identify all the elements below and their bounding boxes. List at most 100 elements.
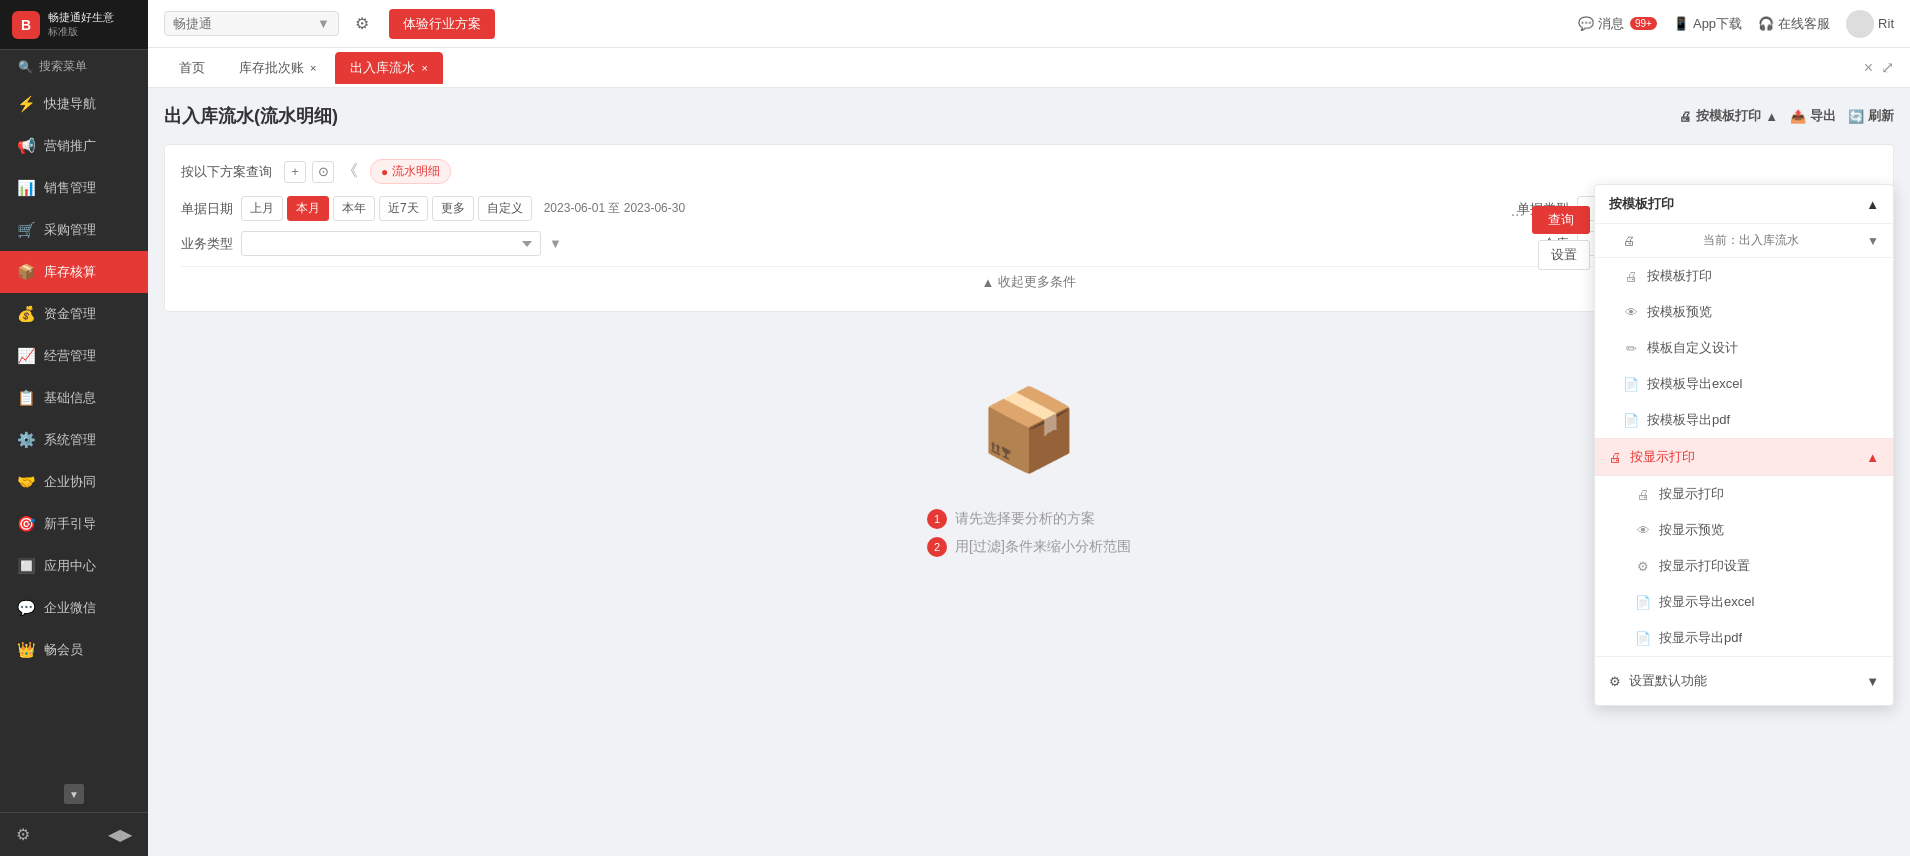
dropdown-default-settings[interactable]: ⚙ 设置默认功能 ▼: [1609, 665, 1879, 697]
tab-inout-flow-close[interactable]: ×: [421, 62, 427, 74]
settings-button[interactable]: 设置: [1538, 240, 1590, 270]
template-preview-label: 按模板预览: [1647, 303, 1712, 321]
sidebar-item-guide[interactable]: 🎯 新手引导: [0, 503, 148, 545]
chevron-up-icon: ▲: [982, 275, 995, 290]
refresh-action[interactable]: 🔄 刷新: [1848, 107, 1894, 125]
sidebar-item-basic[interactable]: 📋 基础信息: [0, 377, 148, 419]
more-actions-icon[interactable]: ···: [1511, 206, 1524, 234]
dropdown-chevron-up[interactable]: ▲: [1866, 197, 1879, 212]
template-custom-label: 模板自定义设计: [1647, 339, 1738, 357]
filter-date-range-text: 2023-06-01 至 2023-06-30: [544, 200, 685, 217]
user-avatar-button[interactable]: Rit: [1846, 10, 1894, 38]
template-export-excel-icon: 📄: [1623, 376, 1639, 392]
display-settings-icon: ⚙: [1635, 558, 1651, 574]
window-buttons: × ⤢: [1864, 58, 1894, 77]
dropdown-template-export-excel[interactable]: 📄 按模板导出excel: [1595, 366, 1893, 402]
filter-date-last-month[interactable]: 上月: [241, 196, 283, 221]
dropdown-display-print[interactable]: 🖨 按显示打印: [1595, 476, 1893, 512]
window-expand-btn[interactable]: ⤢: [1881, 58, 1894, 77]
page-title-row: 出入库流水(流水明细) 🖨 按模板打印 ▲ 📤 导出 🔄 刷新: [164, 104, 1894, 128]
sidebar-item-purchase[interactable]: 🛒 采购管理: [0, 209, 148, 251]
tab-inventory-batch[interactable]: 库存批次账 ×: [224, 52, 331, 84]
tab-inout-flow-label: 出入库流水: [350, 59, 415, 77]
filter-date-more[interactable]: 更多: [432, 196, 474, 221]
message-button[interactable]: 💬 消息 99+: [1578, 15, 1657, 33]
empty-step-2: 2 用[过滤]条件来缩小分析范围: [927, 537, 1131, 557]
dropdown-display-print-settings[interactable]: ⚙ 按显示打印设置: [1595, 548, 1893, 584]
dropdown-current-chevron[interactable]: ▼: [1867, 234, 1879, 248]
sidebar-item-system[interactable]: ⚙️ 系统管理: [0, 419, 148, 461]
filter-tag[interactable]: ● 流水明细: [370, 159, 451, 184]
template-export-excel-label: 按模板导出excel: [1647, 375, 1742, 393]
filter-add-btn[interactable]: +: [284, 161, 306, 183]
dropdown-template-custom[interactable]: ✏ 模板自定义设计: [1595, 330, 1893, 366]
filter-business-type-label: 业务类型: [181, 235, 233, 253]
dropdown-display-export-pdf[interactable]: 📄 按显示导出pdf: [1595, 620, 1893, 656]
sidebar-item-finance[interactable]: 💰 资金管理: [0, 293, 148, 335]
sidebar-search[interactable]: 🔍 搜索菜单: [0, 50, 148, 83]
topbar-dropdown-icon[interactable]: ▼: [317, 16, 330, 31]
sidebar-item-label: 企业协同: [44, 473, 96, 491]
current-icon: 🖨: [1623, 234, 1635, 248]
query-button[interactable]: 查询: [1532, 206, 1590, 234]
display-print-label: 按显示打印: [1659, 485, 1724, 503]
display-preview-label: 按显示预览: [1659, 521, 1724, 539]
sidebar-item-enterprise-wechat[interactable]: 💬 企业微信: [0, 587, 148, 629]
filter-date-7days[interactable]: 近7天: [379, 196, 428, 221]
export-action[interactable]: 📤 导出: [1790, 107, 1836, 125]
finance-icon: 💰: [16, 304, 36, 324]
filter-date-group: 上月 本月 本年 近7天 更多 自定义: [241, 196, 532, 221]
filter-tag-icon: ●: [381, 165, 388, 179]
online-service-button[interactable]: 🎧 在线客服: [1758, 15, 1830, 33]
window-close-btn[interactable]: ×: [1864, 59, 1873, 77]
sidebar-item-label: 销售管理: [44, 179, 96, 197]
filter-date-this-year[interactable]: 本年: [333, 196, 375, 221]
tab-inout-flow[interactable]: 出入库流水 ×: [335, 52, 442, 84]
tab-home[interactable]: 首页: [164, 52, 220, 84]
filter-settings-btn[interactable]: ⊙: [312, 161, 334, 183]
sidebar-item-marketing[interactable]: 📢 营销推广: [0, 125, 148, 167]
collapse-sidebar-icon[interactable]: ◀▶: [108, 825, 132, 844]
display-section-chevron: ▲: [1866, 450, 1879, 465]
sidebar-item-label: 基础信息: [44, 389, 96, 407]
topbar-gear-button[interactable]: ⚙: [347, 9, 377, 39]
tab-inventory-batch-close[interactable]: ×: [310, 62, 316, 74]
sidebar-item-label: 库存核算: [44, 263, 96, 281]
trial-btn[interactable]: 体验行业方案: [389, 9, 495, 39]
sidebar-item-label: 新手引导: [44, 515, 96, 533]
dropdown-display-preview[interactable]: 👁 按显示预览: [1595, 512, 1893, 548]
filter-business-type-select[interactable]: [241, 231, 541, 256]
sidebar-search-label: 搜索菜单: [39, 58, 87, 75]
dropdown-display-section[interactable]: 🖨 按显示打印 ▲: [1595, 438, 1893, 476]
dropdown-template-export-pdf[interactable]: 📄 按模板导出pdf: [1595, 402, 1893, 438]
sidebar-item-cooperate[interactable]: 🤝 企业协同: [0, 461, 148, 503]
export-label: 导出: [1810, 107, 1836, 125]
sidebar-item-sales[interactable]: 📊 销售管理: [0, 167, 148, 209]
sidebar-scroll-down[interactable]: ▼: [64, 784, 84, 804]
sidebar-item-operation[interactable]: 📈 经营管理: [0, 335, 148, 377]
dropdown-template-print[interactable]: 🖨 按模板打印: [1595, 258, 1893, 294]
sidebar-item-app-center[interactable]: 🔲 应用中心: [0, 545, 148, 587]
sidebar-item-member[interactable]: 👑 畅会员: [0, 629, 148, 671]
operation-icon: 📈: [16, 346, 36, 366]
settings-footer-icon[interactable]: ⚙: [16, 825, 30, 844]
dropdown-template-preview[interactable]: 👁 按模板预览: [1595, 294, 1893, 330]
basic-icon: 📋: [16, 388, 36, 408]
sidebar-item-label: 资金管理: [44, 305, 96, 323]
filter-date-this-month[interactable]: 本月: [287, 196, 329, 221]
sidebar-item-quick-nav[interactable]: ⚡ 快捷导航: [0, 83, 148, 125]
dropdown-display-export-excel[interactable]: 📄 按显示导出excel: [1595, 584, 1893, 620]
print-action[interactable]: 🖨 按模板打印 ▲: [1679, 107, 1778, 125]
filter-tag-label: 流水明细: [392, 163, 440, 180]
filter-date-custom[interactable]: 自定义: [478, 196, 532, 221]
topbar-search-input[interactable]: [173, 16, 313, 31]
filter-collapse-arrow[interactable]: 《: [342, 161, 358, 182]
message-label: 消息: [1598, 15, 1624, 33]
app-download-button[interactable]: 📱 App下载: [1673, 15, 1742, 33]
sidebar-item-inventory[interactable]: 📦 库存核算: [0, 251, 148, 293]
template-custom-icon: ✏: [1623, 340, 1639, 356]
step-2-num: 2: [927, 537, 947, 557]
filter-date-label: 单据日期: [181, 200, 233, 218]
display-export-pdf-label: 按显示导出pdf: [1659, 629, 1742, 647]
quick-nav-icon: ⚡: [16, 94, 36, 114]
